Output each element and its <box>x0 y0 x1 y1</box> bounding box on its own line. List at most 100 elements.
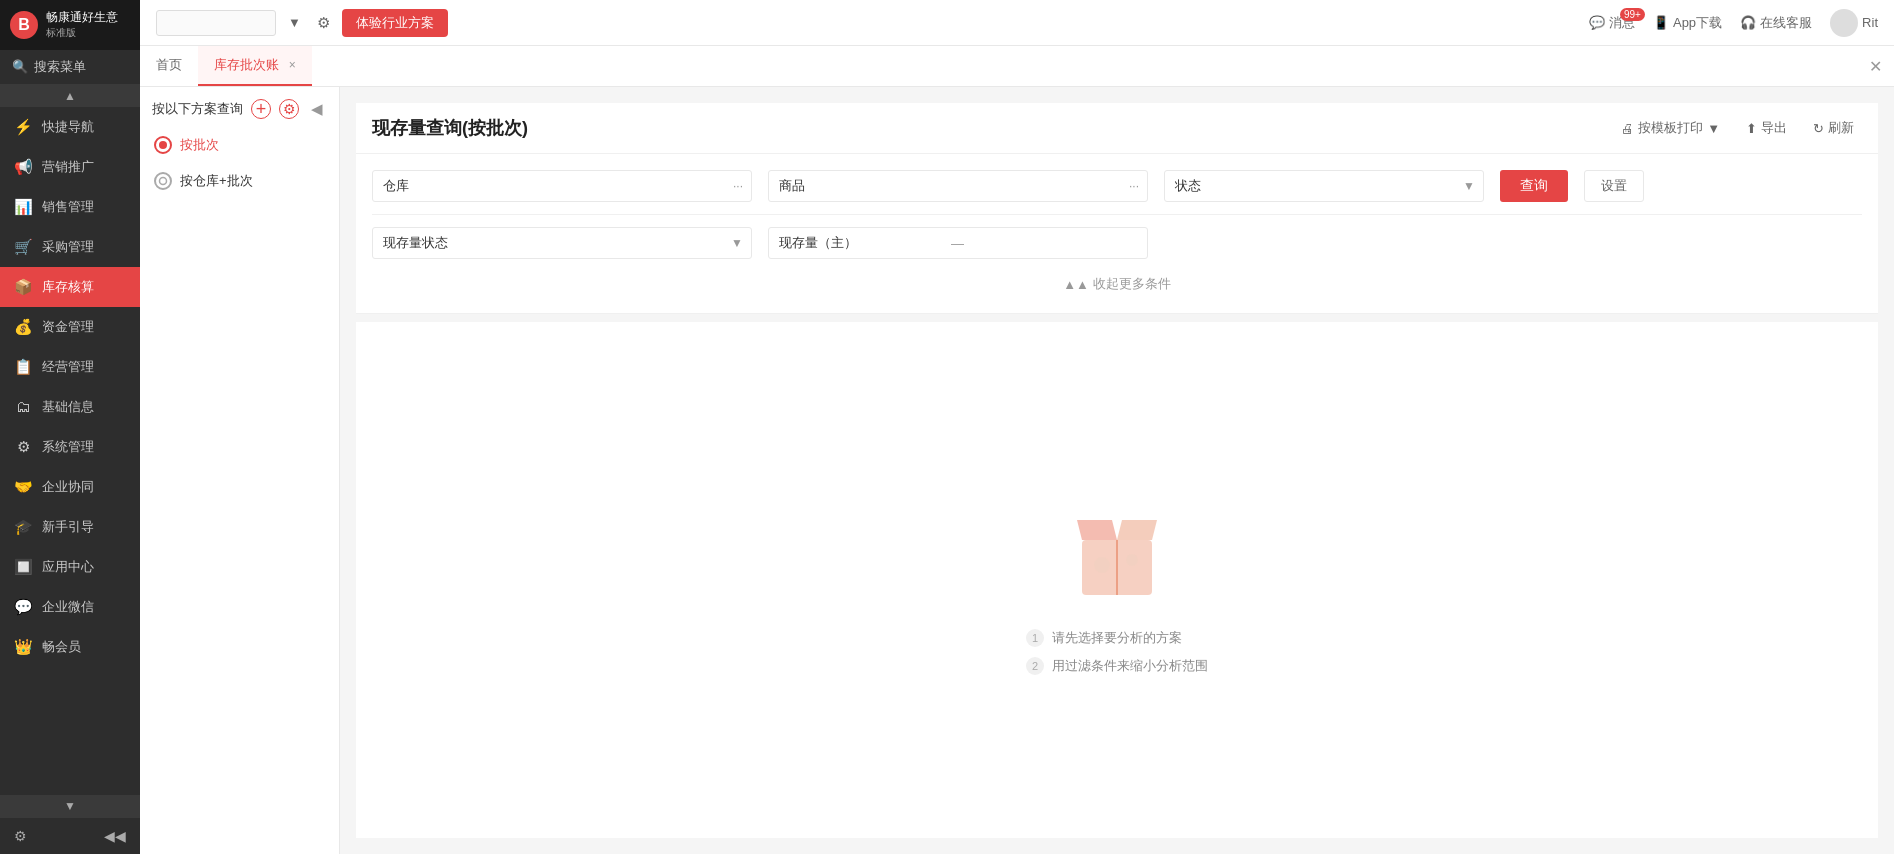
user-name: Rit <box>1862 15 1878 30</box>
topbar-dropdown-btn[interactable]: ▼ <box>284 13 305 32</box>
message-badge: 99+ <box>1620 8 1645 21</box>
messages-btn[interactable]: 💬 消息 99+ <box>1589 14 1635 32</box>
inventory-status-arrow[interactable]: ▼ <box>723 236 751 250</box>
page-title: 现存量查询(按批次) <box>372 116 528 140</box>
page-title-bar: 现存量查询(按批次) 🖨 按模板打印 ▼ ⬆ 导出 ↻ 刷新 <box>356 103 1878 154</box>
product-more-icon[interactable]: ··· <box>1121 179 1147 193</box>
sidebar-settings-icon[interactable]: ⚙ <box>14 828 27 844</box>
inventory-status-input[interactable] <box>458 232 723 255</box>
sidebar-item-apps[interactable]: 🔲 应用中心 <box>0 547 140 587</box>
sidebar-item-operations[interactable]: 📋 经营管理 <box>0 347 140 387</box>
panel-collapse-icon[interactable]: ◀ <box>307 99 327 119</box>
messages-icon: 💬 <box>1589 15 1605 30</box>
current-qty-min-input[interactable] <box>867 232 947 255</box>
collapse-row[interactable]: ▲▲ 收起更多条件 <box>372 271 1862 297</box>
sidebar-item-enterprise-label: 企业协同 <box>42 478 94 496</box>
tab-close-main-icon[interactable]: ✕ <box>1869 57 1882 76</box>
sidebar: B 畅康通好生意 标准版 🔍 搜索菜单 ▲ ⚡ 快捷导航 📢 营销推广 📊 销售… <box>0 0 140 854</box>
title-actions: 🖨 按模板打印 ▼ ⬆ 导出 ↻ 刷新 <box>1613 115 1862 141</box>
sidebar-scroll-up[interactable]: ▲ <box>0 85 140 107</box>
search-menu-item[interactable]: 🔍 搜索菜单 <box>0 50 140 85</box>
warehouse-input[interactable] <box>419 175 725 198</box>
svg-marker-4 <box>1117 520 1157 540</box>
empty-step-2: 2 用过滤条件来缩小分析范围 <box>1026 657 1208 675</box>
svg-point-1 <box>160 178 167 185</box>
schema-by-warehouse-batch[interactable]: 按仓库+批次 <box>140 163 339 199</box>
product-field[interactable]: 商品 ··· <box>768 170 1148 202</box>
app-download-btn[interactable]: 📱 App下载 <box>1653 14 1722 32</box>
collapse-label: 收起更多条件 <box>1093 275 1171 293</box>
schema-warehouse-batch-label: 按仓库+批次 <box>180 172 253 190</box>
status-arrow-icon[interactable]: ▼ <box>1455 179 1483 193</box>
sidebar-item-purchase-label: 采购管理 <box>42 238 94 256</box>
inventory-status-field[interactable]: 现存量状态 ▼ <box>372 227 752 259</box>
sidebar-item-finance-label: 资金管理 <box>42 318 94 336</box>
export-btn[interactable]: ⬆ 导出 <box>1738 115 1795 141</box>
sidebar-item-finance[interactable]: 💰 资金管理 <box>0 307 140 347</box>
step-2-text: 用过滤条件来缩小分析范围 <box>1052 657 1208 675</box>
schema-by-batch[interactable]: 按批次 <box>140 127 339 163</box>
sidebar-item-quick-nav-label: 快捷导航 <box>42 118 94 136</box>
status-input[interactable] <box>1211 175 1455 198</box>
online-service-label: 在线客服 <box>1760 14 1812 32</box>
export-label: 导出 <box>1761 119 1787 137</box>
schema-warehouse-batch-icon <box>154 172 172 190</box>
sidebar-nav: ⚡ 快捷导航 📢 营销推广 📊 销售管理 🛒 采购管理 📦 库存核算 💰 资金管… <box>0 107 140 795</box>
query-btn[interactable]: 查询 <box>1500 170 1568 202</box>
sidebar-item-member[interactable]: 👑 畅会员 <box>0 627 140 667</box>
sidebar-item-quick-nav[interactable]: ⚡ 快捷导航 <box>0 107 140 147</box>
topbar-gear-icon[interactable]: ⚙ <box>317 14 330 32</box>
empty-image <box>1057 485 1177 605</box>
trial-btn[interactable]: 体验行业方案 <box>342 9 448 37</box>
sidebar-item-sales[interactable]: 📊 销售管理 <box>0 187 140 227</box>
sidebar-item-enterprise[interactable]: 🤝 企业协同 <box>0 467 140 507</box>
svg-point-6 <box>1094 557 1110 573</box>
topbar-search-input[interactable] <box>156 10 276 36</box>
current-qty-max-input[interactable] <box>968 232 1048 255</box>
warehouse-field[interactable]: 仓库 ··· <box>372 170 752 202</box>
sidebar-item-marketing[interactable]: 📢 营销推广 <box>0 147 140 187</box>
print-template-label: 按模板打印 <box>1638 119 1703 137</box>
sidebar-item-wechat[interactable]: 💬 企业微信 <box>0 587 140 627</box>
sidebar-item-guide-label: 新手引导 <box>42 518 94 536</box>
sales-icon: 📊 <box>14 198 32 216</box>
svg-point-0 <box>159 141 167 149</box>
left-panel-header: 按以下方案查询 + ⚙ ◀ <box>140 99 339 127</box>
step-1-text: 请先选择要分析的方案 <box>1052 629 1182 647</box>
status-field[interactable]: 状态 ▼ <box>1164 170 1484 202</box>
warehouse-more-icon[interactable]: ··· <box>725 179 751 193</box>
sidebar-item-basics[interactable]: 🗂 基础信息 <box>0 387 140 427</box>
left-panel-actions: + ⚙ ◀ <box>251 99 327 119</box>
sidebar-item-purchase[interactable]: 🛒 采购管理 <box>0 227 140 267</box>
print-template-btn[interactable]: 🖨 按模板打印 ▼ <box>1613 115 1728 141</box>
user-profile-btn[interactable]: Rit <box>1830 9 1878 37</box>
search-icon: 🔍 <box>12 59 28 74</box>
sidebar-item-system[interactable]: ⚙ 系统管理 <box>0 427 140 467</box>
refresh-btn[interactable]: ↻ 刷新 <box>1805 115 1862 141</box>
sidebar-item-guide[interactable]: 🎓 新手引导 <box>0 507 140 547</box>
page-container: 按以下方案查询 + ⚙ ◀ 按批次 按仓库+批次 <box>140 87 1894 854</box>
purchase-icon: 🛒 <box>14 238 32 256</box>
tab-batch-close[interactable]: × <box>289 58 296 72</box>
online-service-btn[interactable]: 🎧 在线客服 <box>1740 14 1812 32</box>
basics-icon: 🗂 <box>14 398 32 416</box>
sidebar-collapse-icon[interactable]: ◀◀ <box>104 828 126 844</box>
sidebar-item-inventory[interactable]: 📦 库存核算 <box>0 267 140 307</box>
status-label: 状态 <box>1165 177 1211 195</box>
add-schema-icon[interactable]: + <box>251 99 271 119</box>
tab-home[interactable]: 首页 <box>140 46 198 86</box>
sidebar-scroll-down[interactable]: ▼ <box>0 795 140 817</box>
schema-settings-icon[interactable]: ⚙ <box>279 99 299 119</box>
empty-steps: 1 请先选择要分析的方案 2 用过滤条件来缩小分析范围 <box>1026 629 1208 675</box>
settings-btn[interactable]: 设置 <box>1584 170 1644 202</box>
apps-icon: 🔲 <box>14 558 32 576</box>
product-input[interactable] <box>815 175 1121 198</box>
step-2-num: 2 <box>1026 657 1044 675</box>
tab-batch-label: 库存批次账 <box>214 57 279 72</box>
filter-row-1: 仓库 ··· 商品 ··· 状态 ▼ <box>372 170 1862 202</box>
current-qty-field[interactable]: 现存量（主） — <box>768 227 1148 259</box>
tab-batch-account[interactable]: 库存批次账 × <box>198 46 312 86</box>
wechat-icon: 💬 <box>14 598 32 616</box>
step-1-num: 1 <box>1026 629 1044 647</box>
tab-home-label: 首页 <box>156 57 182 72</box>
